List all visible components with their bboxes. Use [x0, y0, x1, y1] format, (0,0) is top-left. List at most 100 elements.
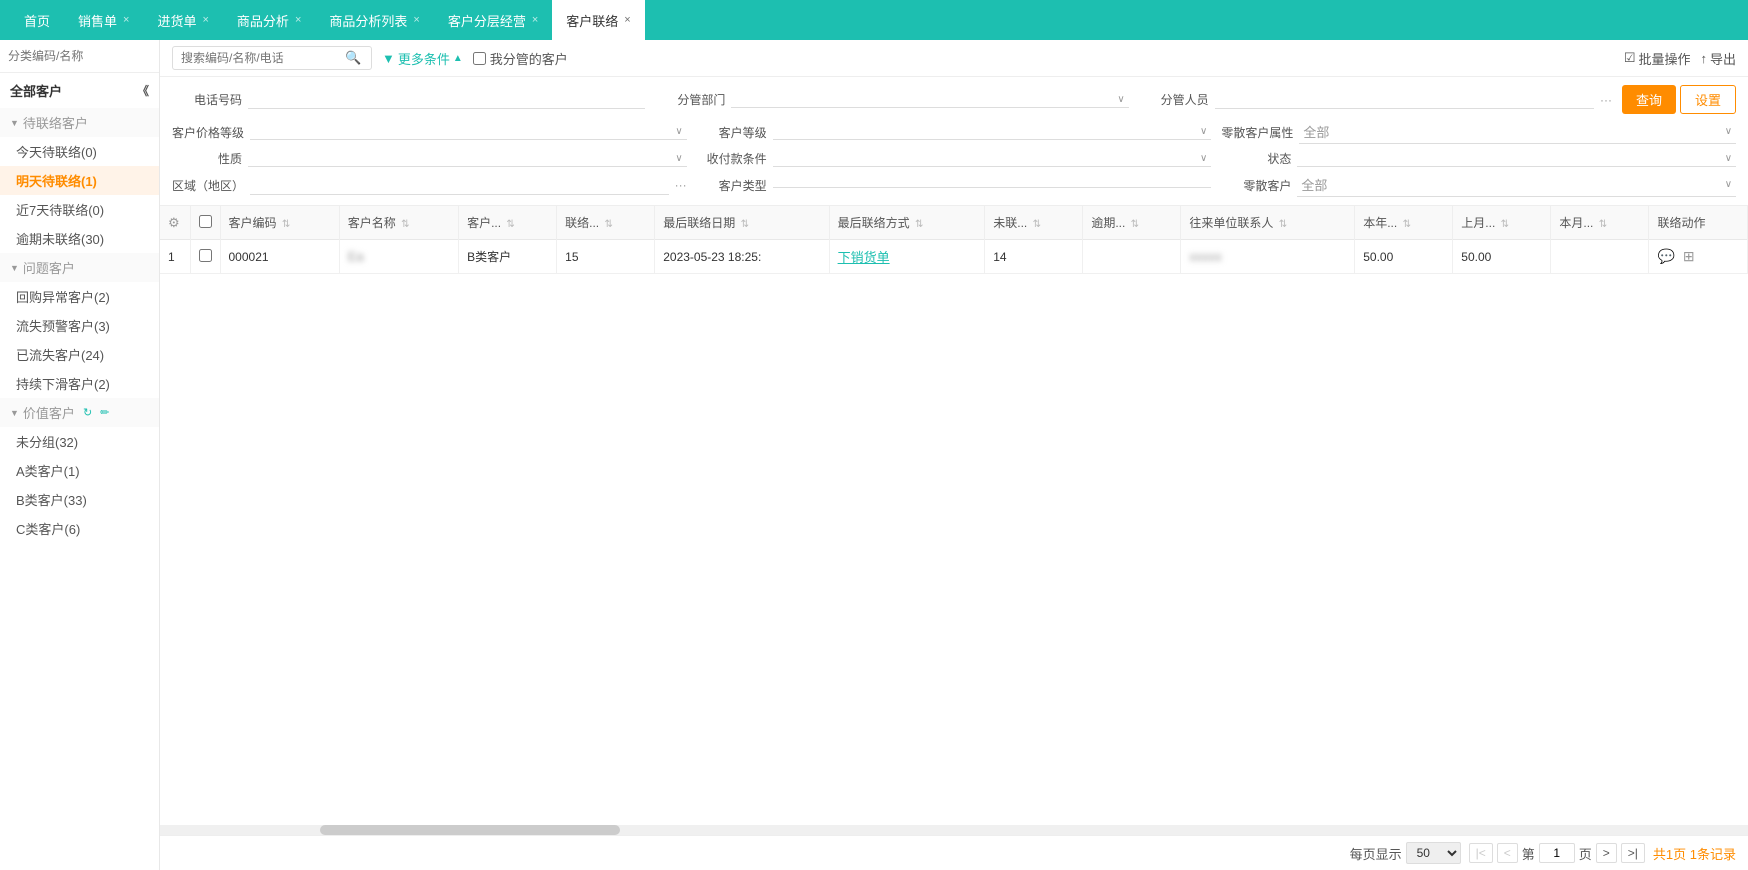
sidebar-collapse-icon[interactable]: 《	[137, 82, 149, 99]
settings-button[interactable]: 设置	[1680, 85, 1736, 114]
close-customer-tier-icon[interactable]: ×	[532, 14, 538, 26]
customer-type-select[interactable]	[773, 183, 1212, 188]
th-uncontacted[interactable]: 未联... ⇅	[985, 206, 1083, 240]
row-checkbox[interactable]	[199, 249, 212, 262]
sidebar-item-declining[interactable]: 持续下滑客户(2)	[0, 369, 159, 398]
action-comment-icon[interactable]: 💬	[1657, 248, 1674, 265]
th-this-month[interactable]: 本月... ⇅	[1551, 206, 1649, 240]
nav-customer-contact[interactable]: 客户联络 ×	[552, 0, 644, 40]
last-method-link[interactable]: 下销货单	[838, 250, 890, 265]
th-name[interactable]: 客户名称 ⇅	[339, 206, 458, 240]
sidebar-item-c-class[interactable]: C类客户(6)	[0, 514, 159, 543]
retail-select[interactable]: 全部 ∨	[1297, 173, 1736, 197]
retail-chevron-icon: ∨	[1725, 179, 1732, 190]
retail-attr-select[interactable]: 全部 ∨	[1299, 120, 1736, 144]
select-all-checkbox[interactable]	[199, 215, 212, 228]
th-this-year[interactable]: 本年... ⇅	[1355, 206, 1453, 240]
sidebar-item-repurchase[interactable]: 回购异常客户(2)	[0, 282, 159, 311]
nav-analysis[interactable]: 商品分析 ×	[223, 0, 315, 40]
td-last-date: 2023-05-23 18:25:	[655, 240, 829, 274]
batch-btn[interactable]: ☑ 批量操作	[1624, 49, 1691, 68]
sidebar-item-ungroup[interactable]: 未分组(32)	[0, 427, 159, 456]
nav-sales[interactable]: 销售单 ×	[64, 0, 143, 40]
sidebar-search-input[interactable]	[8, 49, 160, 63]
prev-page-btn[interactable]: <	[1497, 843, 1518, 863]
th-last-date[interactable]: 最后联络日期 ⇅	[655, 206, 829, 240]
sidebar-item-b-class[interactable]: B类客户(33)	[0, 485, 159, 514]
td-last-method[interactable]: 下销货单	[829, 240, 985, 274]
sidebar-item-tomorrow[interactable]: 明天待联络(1)	[0, 166, 159, 195]
retail-attr-chevron-icon: ∨	[1725, 126, 1732, 137]
filter-search-input[interactable]	[181, 51, 341, 65]
status-select[interactable]: ∨	[1297, 151, 1736, 167]
sidebar-item-overdue[interactable]: 逾期未联络(30)	[0, 224, 159, 253]
close-analysis-list-icon[interactable]: ×	[413, 14, 419, 26]
table-footer: 每页显示 50 100 200 |< < 第 页 > >| 共1页 1条记录	[160, 835, 1748, 870]
close-purchase-icon[interactable]: ×	[202, 14, 208, 26]
filter-more-btn[interactable]: ▼ 更多条件 ▲	[382, 49, 463, 68]
close-sales-icon[interactable]: ×	[123, 14, 129, 26]
th-related[interactable]: 往来单位联系人 ⇅	[1181, 206, 1355, 240]
sort-month-icon: ⇅	[1599, 219, 1607, 230]
filter-icon: ▼	[382, 51, 395, 66]
payment-select[interactable]: ∨	[773, 151, 1212, 167]
nav-analysis-list[interactable]: 商品分析列表 ×	[315, 0, 433, 40]
sidebar-all-customers[interactable]: 全部客户 《	[0, 73, 159, 108]
last-page-btn[interactable]: >|	[1621, 843, 1645, 863]
sidebar-item-7days[interactable]: 近7天待联络(0)	[0, 195, 159, 224]
scrollbar-area[interactable]	[160, 825, 1748, 835]
th-last-month[interactable]: 上月... ⇅	[1453, 206, 1551, 240]
dept-chevron-icon: ∨	[1117, 94, 1124, 105]
sidebar-item-today[interactable]: 今天待联络(0)	[0, 137, 159, 166]
status-field: 状态 ∨	[1221, 150, 1736, 167]
nav-purchase[interactable]: 进货单 ×	[143, 0, 222, 40]
sidebar-item-a-class[interactable]: A类客户(1)	[0, 456, 159, 485]
sidebar-item-churn-warning[interactable]: 流失预警客户(3)	[0, 311, 159, 340]
page-input[interactable]	[1539, 843, 1575, 863]
nav-customer-tier[interactable]: 客户分层经营 ×	[434, 0, 552, 40]
person-dots-icon[interactable]: ···	[1600, 93, 1612, 107]
filter-search-icon[interactable]: 🔍	[345, 50, 361, 66]
customer-grade-select[interactable]: ∨	[773, 124, 1212, 140]
price-grade-field: 客户价格等级 ∨	[172, 124, 687, 141]
person-input[interactable]	[1215, 90, 1594, 109]
first-page-btn[interactable]: |<	[1469, 843, 1493, 863]
batch-icon: ☑	[1624, 50, 1636, 66]
nav-home[interactable]: 首页	[10, 0, 64, 40]
sort-uncontacted-icon: ⇅	[1033, 219, 1041, 230]
region-dots-icon[interactable]: ···	[675, 178, 687, 192]
region-input[interactable]	[250, 176, 669, 195]
th-contact[interactable]: 联络... ⇅	[557, 206, 655, 240]
next-page-btn[interactable]: >	[1596, 843, 1617, 863]
my-customers-filter[interactable]: 我分管的客户	[473, 49, 568, 68]
th-last-method[interactable]: 最后联络方式 ⇅	[829, 206, 985, 240]
td-checkbox[interactable]	[190, 240, 220, 274]
td-index: 1	[160, 240, 190, 274]
gear-icon[interactable]: ⚙	[168, 215, 180, 230]
sidebar-item-churned[interactable]: 已流失客户(24)	[0, 340, 159, 369]
sort-related-icon: ⇅	[1279, 219, 1287, 230]
table-header: ⚙ 客户编码 ⇅ 客户名称 ⇅ 客户... ⇅ 联络... ⇅ 最后联络日期 ⇅…	[160, 206, 1748, 240]
my-customers-checkbox[interactable]	[473, 52, 486, 65]
dept-select[interactable]: ∨	[731, 92, 1128, 108]
close-customer-contact-icon[interactable]: ×	[624, 14, 630, 26]
th-gear[interactable]: ⚙	[160, 206, 190, 240]
th-overdue[interactable]: 逾期... ⇅	[1083, 206, 1181, 240]
per-page-select[interactable]: 50 100 200	[1406, 842, 1461, 864]
scrollbar-thumb[interactable]	[320, 825, 620, 835]
price-grade-select[interactable]: ∨	[250, 124, 687, 140]
th-code[interactable]: 客户编码 ⇅	[220, 206, 339, 240]
phone-input[interactable]	[248, 90, 645, 109]
value-edit-icon[interactable]: ✏	[100, 406, 109, 419]
th-action: 联络动作	[1649, 206, 1748, 240]
close-analysis-icon[interactable]: ×	[295, 14, 301, 26]
nature-select[interactable]: ∨	[248, 151, 687, 167]
sidebar-section-pending: 待联络客户	[0, 108, 159, 137]
value-refresh-icon[interactable]: ↻	[83, 406, 92, 419]
action-grid-icon[interactable]: ⊞	[1683, 248, 1695, 265]
retail-attr-field: 零散客户属性 全部 ∨	[1221, 120, 1736, 144]
retail-label: 零散客户	[1221, 177, 1291, 194]
query-button[interactable]: 查询	[1622, 85, 1676, 114]
export-btn[interactable]: ↑ 导出	[1700, 49, 1736, 68]
th-type[interactable]: 客户... ⇅	[459, 206, 557, 240]
